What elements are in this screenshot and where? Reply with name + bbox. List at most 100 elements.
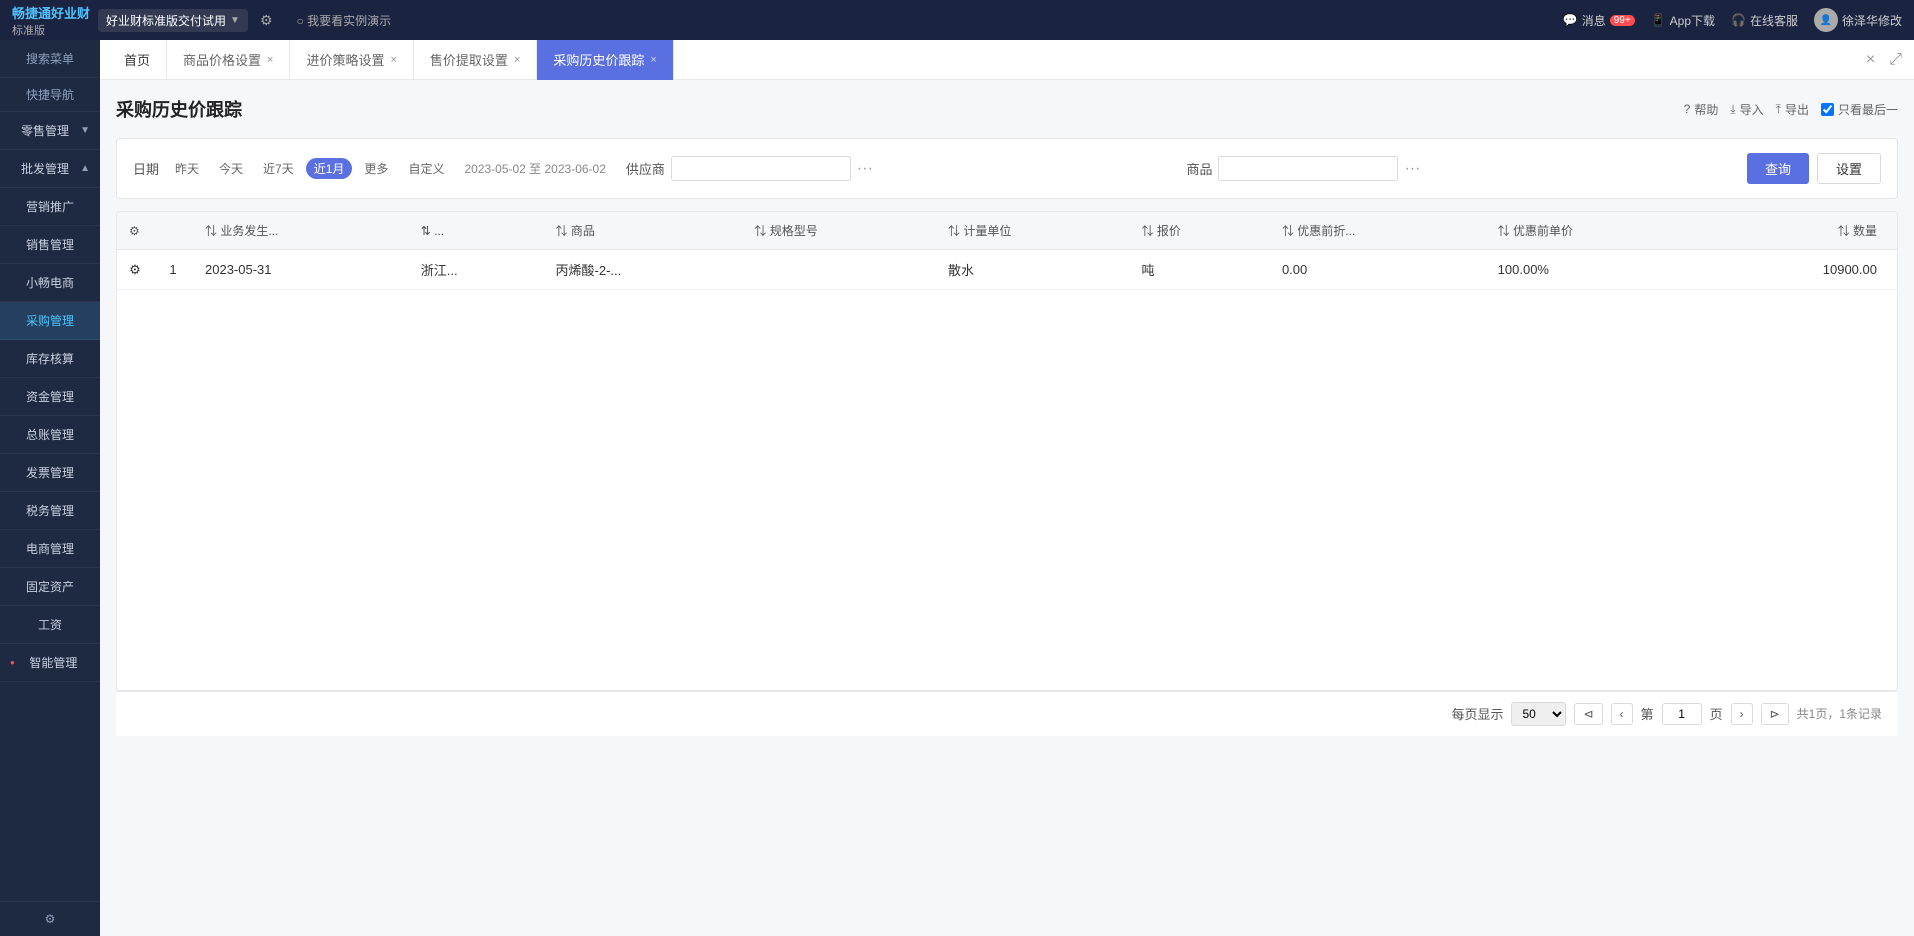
app-download-action[interactable]: 📱 App下载	[1651, 12, 1715, 29]
sidebar-item-ledger[interactable]: 总账管理	[0, 416, 100, 454]
demo-link[interactable]: 我要看实例演示	[297, 12, 392, 29]
sidebar-item-tax[interactable]: 税务管理	[0, 492, 100, 530]
tab-purchase-strategy[interactable]: 进价策略设置 ×	[290, 40, 413, 80]
tab-home[interactable]: 首页	[108, 40, 167, 80]
sidebar-item-retail[interactable]: 零售管理 ▼	[0, 112, 100, 150]
main-layout: 搜索菜单 快捷导航 零售管理 ▼ 批发管理 ▲ 营销推广 销售管理 小畅电商 采…	[0, 40, 1914, 936]
tab-price-close[interactable]: ×	[267, 54, 273, 66]
product-dots-btn[interactable]: ···	[1404, 160, 1420, 178]
prev-page-btn[interactable]: ‹	[1611, 703, 1633, 725]
help-btn[interactable]: ? 帮助	[1684, 101, 1719, 118]
online-service-label: 在线客服	[1750, 12, 1798, 29]
import-label: 导入	[1740, 101, 1764, 118]
date-last7[interactable]: 近7天	[255, 158, 302, 179]
row-num: 1	[153, 250, 193, 290]
export-label: 导出	[1785, 101, 1809, 118]
sidebar-search[interactable]: 搜索菜单	[0, 40, 100, 78]
sidebar-item-finance[interactable]: 资金管理	[0, 378, 100, 416]
product-input[interactable]	[1218, 156, 1398, 181]
col-product[interactable]: ⇅ 商品	[544, 212, 743, 250]
only-last-checkbox[interactable]	[1821, 103, 1834, 116]
page-header: 采购历史价跟踪 ? 帮助 ⤓ 导入 ⤒ 导出	[116, 96, 1898, 122]
date-last1m[interactable]: 近1月	[306, 158, 353, 179]
supplier-filter-group: 供应商 ···	[626, 156, 1167, 181]
row-date: 2023-05-31	[193, 250, 409, 290]
sidebar-item-ecommerce[interactable]: 电商管理	[0, 530, 100, 568]
sidebar-item-purchase[interactable]: 采购管理	[0, 302, 100, 340]
date-custom[interactable]: 自定义	[400, 158, 452, 179]
sidebar-item-payroll[interactable]: 工资	[0, 606, 100, 644]
sort-icon: ⇅	[754, 224, 766, 238]
next-page-btn[interactable]: ›	[1731, 703, 1753, 725]
date-today[interactable]: 今天	[211, 158, 251, 179]
online-service-action[interactable]: 🎧 在线客服	[1731, 12, 1798, 29]
sidebar-item-marketing[interactable]: 营销推广	[0, 188, 100, 226]
col-spec[interactable]: ⇅ 规格型号	[742, 212, 936, 250]
row-unit: 散水	[936, 250, 1130, 290]
tab-history-price[interactable]: 采购历史价跟踪 ×	[537, 40, 673, 80]
sidebar-item-fixed-assets[interactable]: 固定资产	[0, 568, 100, 606]
date-more[interactable]: 更多	[356, 158, 396, 179]
message-label: 消息	[1582, 12, 1606, 29]
user-profile[interactable]: 👤 徐泽华修改	[1814, 8, 1902, 32]
supplier-dots-btn[interactable]: ···	[857, 160, 873, 178]
tab-price[interactable]: 商品价格设置 ×	[167, 40, 290, 80]
date-yesterday[interactable]: 昨天	[167, 158, 207, 179]
tab-purchase-strategy-label: 进价策略设置	[306, 50, 384, 69]
first-page-btn[interactable]: ⊲	[1574, 703, 1602, 725]
chevron-down-icon: ▼	[230, 15, 240, 26]
sidebar-item-smart[interactable]: ● 智能管理	[0, 644, 100, 682]
page-input[interactable]	[1662, 703, 1702, 725]
tab-purchase-strategy-close[interactable]: ×	[390, 54, 396, 66]
row-spec	[742, 250, 936, 290]
headset-icon: 🎧	[1731, 13, 1746, 27]
mobile-icon: 📱	[1651, 13, 1666, 27]
last-page-btn[interactable]: ⊳	[1761, 703, 1789, 725]
col-gear[interactable]: ⚙	[117, 212, 153, 250]
product-selector[interactable]: 好业财标准版交付试用 ▼	[98, 9, 248, 32]
import-btn[interactable]: ⤓ 导入	[1730, 101, 1763, 118]
per-page-select[interactable]: 50 10 20 100	[1511, 702, 1566, 726]
col-quantity[interactable]: ⇅ 数量	[1706, 212, 1897, 250]
table-body: ⚙ 1 2023-05-31 浙江... 丙烯酸-2-... 散水 吨 0.00…	[117, 250, 1897, 690]
tab-expand[interactable]: ⤢	[1885, 51, 1906, 69]
tab-home-label: 首页	[124, 50, 150, 69]
sort-icon: ⇅	[1838, 224, 1850, 238]
sidebar-quick-nav[interactable]: 快捷导航	[0, 78, 100, 112]
col-original-price[interactable]: ⇅ 优惠前单价	[1486, 212, 1706, 250]
tab-sale-price[interactable]: 售价提取设置 ×	[414, 40, 537, 80]
col-unit[interactable]: ⇅ 计量单位	[936, 212, 1130, 250]
page-content: 采购历史价跟踪 ? 帮助 ⤓ 导入 ⤒ 导出	[100, 80, 1914, 936]
col-price[interactable]: ⇅ 报价	[1130, 212, 1270, 250]
settings-btn[interactable]: 设置	[1817, 153, 1881, 184]
message-action[interactable]: 💬 消息 99+	[1563, 12, 1635, 29]
query-btn[interactable]: 查询	[1747, 153, 1809, 184]
tab-close-all[interactable]: ×	[1862, 51, 1879, 69]
pagination-bar: 每页显示 50 10 20 100 ⊲ ‹ 第 页 › ⊳ 共1页，1条记录	[116, 691, 1898, 736]
sidebar-item-invoice[interactable]: 发票管理	[0, 454, 100, 492]
tab-history-price-close[interactable]: ×	[650, 54, 656, 66]
chevron-icon: ▼	[80, 125, 90, 136]
supplier-input[interactable]	[671, 156, 851, 181]
sidebar-settings-btn[interactable]: ⚙	[0, 901, 100, 936]
supplier-label: 供应商	[626, 159, 665, 178]
table-container: ⚙ ⇅ 业务发生... ⇅ ... ⇅	[116, 211, 1898, 691]
sidebar-item-inventory[interactable]: 库存核算	[0, 340, 100, 378]
col-date[interactable]: ⇅ 业务发生...	[193, 212, 409, 250]
sidebar-item-ecommerce-small[interactable]: 小畅电商	[0, 264, 100, 302]
col-extra[interactable]: ⇅ ...	[409, 212, 544, 250]
sidebar-item-wholesale[interactable]: 批发管理 ▲	[0, 150, 100, 188]
col-discount[interactable]: ⇅ 优惠前折...	[1270, 212, 1486, 250]
export-btn[interactable]: ⤒ 导出	[1776, 101, 1809, 118]
app-logo: 畅捷通好业财 标准版	[12, 3, 90, 38]
avatar: 👤	[1814, 8, 1838, 32]
filter-area: 日期 昨天 今天 近7天 近1月 更多 自定义 2023-05-02 至 202…	[116, 138, 1898, 199]
only-last-toggle[interactable]: 只看最后一	[1821, 101, 1898, 118]
row-prediscount: 10900.00	[1706, 250, 1897, 290]
row-product: 丙烯酸-2-...	[544, 250, 743, 290]
tab-sale-price-close[interactable]: ×	[514, 54, 520, 66]
sidebar-item-sales[interactable]: 销售管理	[0, 226, 100, 264]
settings-icon[interactable]: ⚙	[260, 12, 273, 29]
per-page-label: 每页显示	[1451, 704, 1503, 723]
row-gear[interactable]: ⚙	[117, 250, 153, 290]
